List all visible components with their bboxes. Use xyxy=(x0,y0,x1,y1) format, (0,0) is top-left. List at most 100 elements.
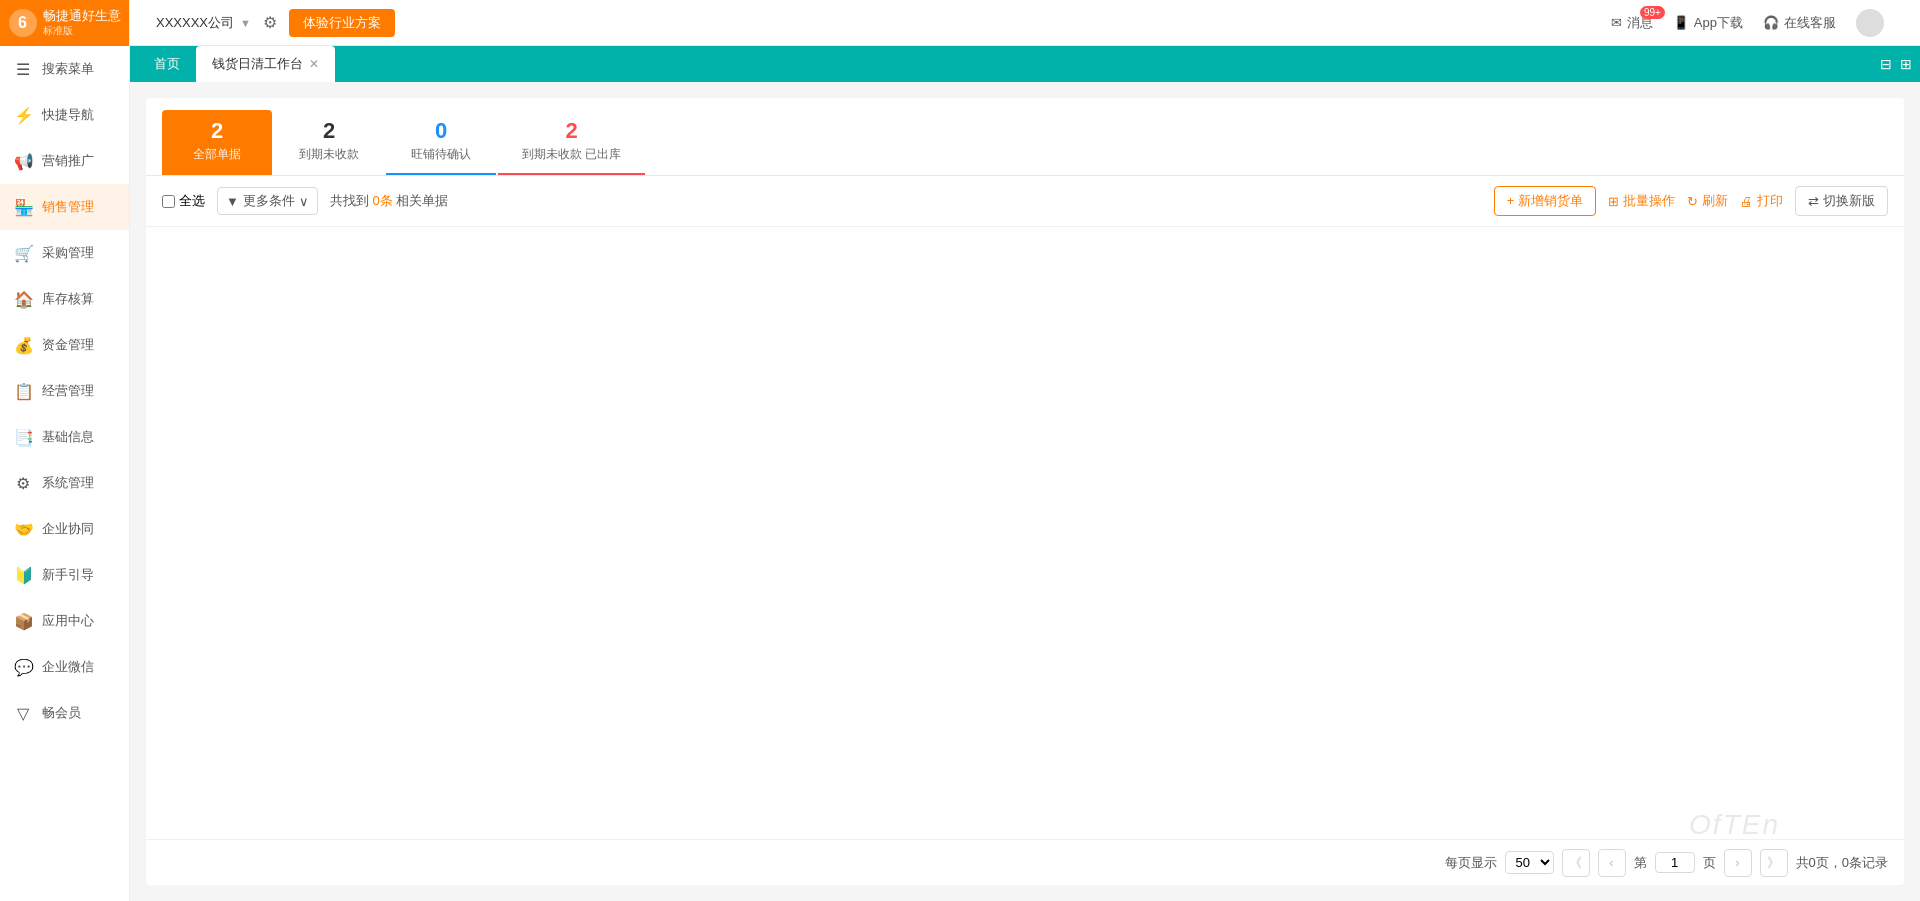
sidebar-item-label: 经营管理 xyxy=(42,382,94,400)
sidebar-item-label: 销售管理 xyxy=(42,198,94,216)
top-header: XXXXXX公司 ▼ ⚙ 体验行业方案 ✉ 消息 99+ 📱 App下载 🎧 在… xyxy=(130,0,1920,46)
sidebar-item-basic[interactable]: 📑 基础信息 xyxy=(0,414,129,460)
service-icon: 🎧 xyxy=(1763,15,1779,30)
operations-icon: 📋 xyxy=(14,382,32,401)
sidebar-item-sales[interactable]: 🏪 销售管理 xyxy=(0,184,129,230)
app-download-label: App下载 xyxy=(1694,14,1743,32)
sidebar-item-label: 采购管理 xyxy=(42,244,94,262)
chevron-down-icon: ▼ xyxy=(240,17,251,29)
sidebar-item-app-center[interactable]: 📦 应用中心 xyxy=(0,598,129,644)
sidebar-item-marketing[interactable]: 📢 营销推广 xyxy=(0,138,129,184)
search-icon: ☰ xyxy=(14,60,32,79)
logo-text: 畅捷通好生意 xyxy=(43,8,121,25)
sidebar-item-quick-nav[interactable]: ⚡ 快捷导航 xyxy=(0,92,129,138)
stat-num-all: 2 xyxy=(186,118,248,144)
trial-button[interactable]: 体验行业方案 xyxy=(289,9,395,37)
print-icon: 🖨 xyxy=(1740,194,1753,209)
last-page-button[interactable]: 》 xyxy=(1760,849,1788,877)
message-icon: ✉ xyxy=(1611,15,1622,30)
add-sales-order-button[interactable]: + 新增销货单 xyxy=(1494,186,1596,216)
sidebar-item-purchase[interactable]: 🛒 采购管理 xyxy=(0,230,129,276)
guide-icon: 🔰 xyxy=(14,566,32,585)
sidebar-item-enterprise[interactable]: 🤝 企业协同 xyxy=(0,506,129,552)
chevron-down-icon: ∨ xyxy=(299,194,309,209)
inventory-icon: 🏠 xyxy=(14,290,32,309)
sidebar-item-label: 营销推广 xyxy=(42,152,94,170)
header-right: ✉ 消息 99+ 📱 App下载 🎧 在线客服 xyxy=(1611,9,1904,37)
sidebar-item-label: 库存核算 xyxy=(42,290,94,308)
found-text: 共找到 0条 相关单据 xyxy=(330,192,448,210)
select-all-area[interactable]: 全选 xyxy=(162,192,205,210)
sidebar-item-operations[interactable]: 📋 经营管理 xyxy=(0,368,129,414)
sidebar-item-inventory[interactable]: 🏠 库存核算 xyxy=(0,276,129,322)
main-content: 2 全部单据 2 到期未收款 0 旺铺待确认 2 到期未收款 已出库 全选 xyxy=(130,82,1920,901)
app-center-icon: 📦 xyxy=(14,612,32,631)
logo-icon: 6 xyxy=(9,9,37,37)
refresh-icon: ↻ xyxy=(1687,194,1698,209)
table-area xyxy=(146,227,1904,839)
company-selector[interactable]: XXXXXX公司 ▼ xyxy=(156,14,251,32)
per-page-label: 每页显示 xyxy=(1445,854,1497,872)
switch-version-button[interactable]: ⇄ 切换新版 xyxy=(1795,186,1888,216)
stats-tabs: 2 全部单据 2 到期未收款 0 旺铺待确认 2 到期未收款 已出库 xyxy=(146,98,1904,176)
prev-page-button[interactable]: ‹ xyxy=(1598,849,1626,877)
sidebar-item-label: 应用中心 xyxy=(42,612,94,630)
sidebar-item-label: 企业微信 xyxy=(42,658,94,676)
tab-home[interactable]: 首页 xyxy=(138,46,196,82)
total-info: 共0页，0条记录 xyxy=(1796,854,1888,872)
stat-tab-shipped[interactable]: 2 到期未收款 已出库 xyxy=(498,110,645,175)
download-icon: 📱 xyxy=(1673,15,1689,30)
sidebar-item-label: 新手引导 xyxy=(42,566,94,584)
stat-tab-pending[interactable]: 0 旺铺待确认 xyxy=(386,110,496,175)
basic-icon: 📑 xyxy=(14,428,32,447)
sidebar-item-label: 企业协同 xyxy=(42,520,94,538)
online-service-button[interactable]: 🎧 在线客服 xyxy=(1763,14,1836,32)
stat-label-overdue: 到期未收款 xyxy=(298,146,360,163)
stat-tab-all[interactable]: 2 全部单据 xyxy=(162,110,272,175)
stat-label-all: 全部单据 xyxy=(186,146,248,163)
sidebar-item-finance[interactable]: 💰 资金管理 xyxy=(0,322,129,368)
pagination: 每页显示 50 《 ‹ 第 页 › 》 共0页，0条记录 xyxy=(146,839,1904,885)
filter-label: 更多条件 xyxy=(243,192,295,210)
sidebar-item-wechat[interactable]: 💬 企业微信 xyxy=(0,644,129,690)
expand-icon[interactable]: ⊞ xyxy=(1900,56,1912,72)
sidebar-item-member[interactable]: ▽ 畅会员 xyxy=(0,690,129,736)
toolbar: 全选 ▼ 更多条件 ∨ 共找到 0条 相关单据 + 新增销货单 ⊞ 批量操作 xyxy=(146,176,1904,227)
stat-tab-overdue[interactable]: 2 到期未收款 xyxy=(274,110,384,175)
select-all-checkbox[interactable] xyxy=(162,195,175,208)
message-badge: 99+ xyxy=(1640,6,1665,19)
sidebar-item-search[interactable]: ☰ 搜索菜单 xyxy=(0,46,129,92)
app-download-button[interactable]: 📱 App下载 xyxy=(1673,14,1743,32)
sidebar-item-system[interactable]: ⚙ 系统管理 xyxy=(0,460,129,506)
batch-operation-button[interactable]: ⊞ 批量操作 xyxy=(1608,192,1675,210)
nav-tabs-bar: 首页 钱货日清工作台 ✕ ⊟ ⊞ xyxy=(130,46,1920,82)
logo-badge: 标准版 xyxy=(43,24,121,38)
finance-icon: 💰 xyxy=(14,336,32,355)
stat-label-shipped: 到期未收款 已出库 xyxy=(522,146,621,163)
select-all-label: 全选 xyxy=(179,192,205,210)
company-name: XXXXXX公司 xyxy=(156,14,234,32)
marketing-icon: 📢 xyxy=(14,152,32,171)
tab-workbench[interactable]: 钱货日清工作台 ✕ xyxy=(196,46,335,82)
close-tab-icon[interactable]: ✕ xyxy=(309,57,319,71)
message-button[interactable]: ✉ 消息 99+ xyxy=(1611,14,1653,32)
sidebar-item-label: 系统管理 xyxy=(42,474,94,492)
settings-icon[interactable]: ⚙ xyxy=(263,13,277,32)
next-page-button[interactable]: › xyxy=(1724,849,1752,877)
avatar[interactable] xyxy=(1856,9,1884,37)
minimize-icon[interactable]: ⊟ xyxy=(1880,56,1892,72)
system-icon: ⚙ xyxy=(14,474,32,493)
page-number-input[interactable] xyxy=(1655,852,1695,873)
tab-actions: ⊟ ⊞ xyxy=(1880,56,1912,72)
stat-label-pending: 旺铺待确认 xyxy=(410,146,472,163)
filter-button[interactable]: ▼ 更多条件 ∨ xyxy=(217,187,318,215)
print-button[interactable]: 🖨 打印 xyxy=(1740,192,1783,210)
quick-nav-icon: ⚡ xyxy=(14,106,32,125)
refresh-button[interactable]: ↻ 刷新 xyxy=(1687,192,1728,210)
stat-num-shipped: 2 xyxy=(522,118,621,144)
filter-icon: ▼ xyxy=(226,194,239,209)
per-page-select[interactable]: 50 xyxy=(1505,851,1554,874)
sidebar-logo: 6 畅捷通好生意 标准版 xyxy=(0,0,129,46)
first-page-button[interactable]: 《 xyxy=(1562,849,1590,877)
sidebar-item-guide[interactable]: 🔰 新手引导 xyxy=(0,552,129,598)
